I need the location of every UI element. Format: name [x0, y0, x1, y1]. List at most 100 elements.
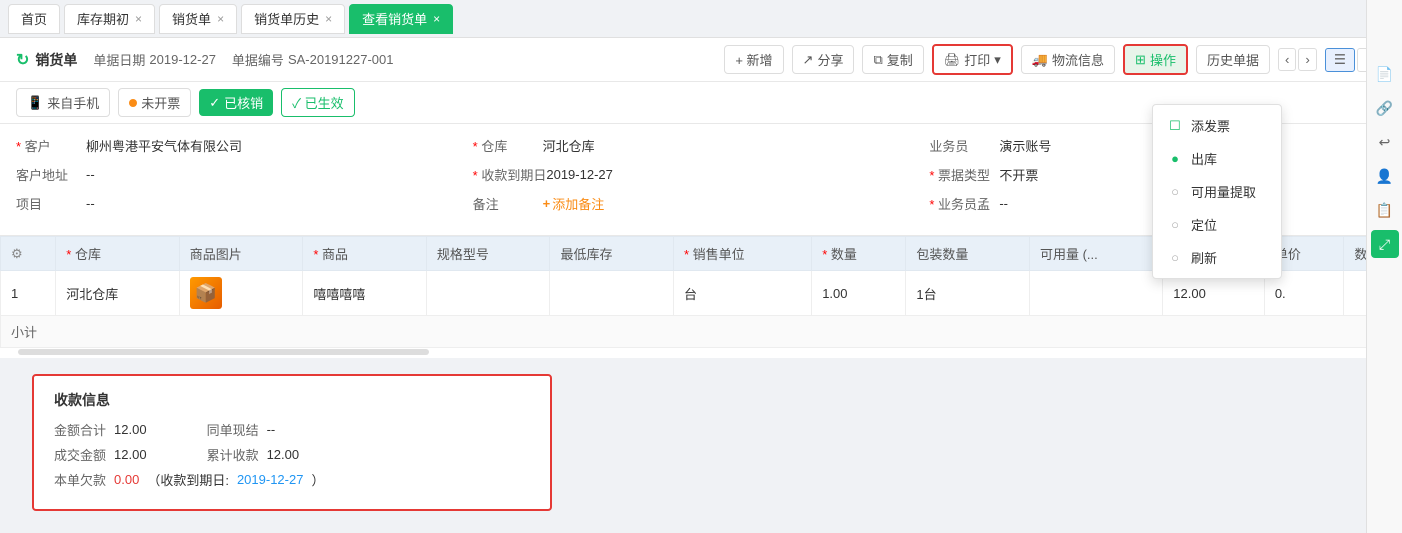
- balance-value: 0.00: [114, 472, 139, 487]
- add-invoice-icon: ☐: [1167, 118, 1183, 134]
- subtotal-row: 小计: [1, 316, 1402, 348]
- gear-icon[interactable]: ⚙: [11, 246, 23, 261]
- check-button[interactable]: ✓ 已核销: [199, 89, 273, 116]
- cell-pack-qty: 1台: [906, 271, 1030, 316]
- available-icon: ○: [1167, 184, 1183, 200]
- operate-label: 操作: [1150, 50, 1176, 69]
- doc-title: ↻ 销货单: [16, 50, 77, 70]
- logistics-icon: 🚚: [1032, 52, 1048, 68]
- project-value: --: [86, 196, 95, 211]
- total-label: 金额合计: [54, 420, 106, 439]
- settlement-value: --: [267, 422, 276, 437]
- refresh-label: 刷新: [1191, 248, 1217, 267]
- payment-date-label: 收款到期日: [473, 165, 547, 184]
- menu-item-outbound[interactable]: ● 出库: [1153, 142, 1281, 175]
- cumulative-item: 累计收款 12.00: [207, 445, 300, 464]
- from-phone-button[interactable]: 📱 来自手机: [16, 88, 110, 117]
- sidebar-icon-4[interactable]: 👤: [1371, 162, 1399, 190]
- tab-sales-history-label: 销货单历史: [254, 9, 319, 28]
- h-scrollbar[interactable]: [18, 349, 429, 355]
- doc-header: ↻ 销货单 单据日期 2019-12-27 单据编号 SA-20191227-0…: [0, 38, 1402, 82]
- settlement-label: 同单现结: [207, 420, 259, 439]
- cell-spec: [426, 271, 550, 316]
- prev-button[interactable]: ‹: [1278, 48, 1296, 71]
- effective-button[interactable]: ✓ 已生效: [281, 88, 355, 117]
- warehouse-label: 仓库: [473, 136, 543, 155]
- operate-button[interactable]: ⊞ 操作: [1123, 44, 1188, 75]
- scroll-row: [0, 348, 1402, 358]
- tab-home[interactable]: 首页: [8, 4, 60, 34]
- check-icon: ✓: [209, 95, 220, 111]
- from-phone-label: 来自手机: [47, 93, 99, 112]
- payment-row-2: 成交金额 12.00 累计收款 12.00: [54, 445, 530, 464]
- address-label: 客户地址: [16, 165, 86, 184]
- tab-inventory[interactable]: 库存期初 ×: [64, 4, 155, 34]
- total-value: 12.00: [114, 422, 147, 437]
- menu-item-available[interactable]: ○ 可用量提取: [1153, 175, 1281, 208]
- outbound-label: 出库: [1191, 149, 1217, 168]
- outbound-icon: ●: [1167, 151, 1183, 167]
- check-label: 已核销: [224, 93, 263, 112]
- col-spec: 规格型号: [426, 237, 550, 271]
- locate-label: 定位: [1191, 215, 1217, 234]
- new-button[interactable]: + 新增: [724, 45, 783, 74]
- print-icon: 🖨: [944, 52, 961, 68]
- nav-arrows: ‹ ›: [1278, 48, 1317, 71]
- dropdown-menu: ☐ 添发票 ● 出库 ○ 可用量提取 ○ 定位 ○ 刷新: [1152, 104, 1282, 279]
- next-button[interactable]: ›: [1298, 48, 1316, 71]
- tab-sales-close[interactable]: ×: [217, 12, 224, 26]
- menu-item-refresh[interactable]: ○ 刷新: [1153, 241, 1281, 274]
- sidebar-icon-2[interactable]: 🔗: [1371, 94, 1399, 122]
- list-view-button[interactable]: ☰: [1325, 48, 1355, 72]
- customer-value: 柳州粤港平安气体有限公司: [86, 136, 242, 155]
- tab-sales[interactable]: 销货单 ×: [159, 4, 237, 34]
- menu-item-locate[interactable]: ○ 定位: [1153, 208, 1281, 241]
- payment-row-3: 本单欠款 0.00 （收款到期日: 2019-12-27 ）: [54, 470, 530, 489]
- tab-view-sales[interactable]: 查看销货单 ×: [349, 4, 453, 34]
- copy-icon: ⧉: [873, 52, 882, 68]
- col-pack-qty: 包装数量: [906, 237, 1030, 271]
- available-label: 可用量提取: [1191, 182, 1256, 201]
- print-button[interactable]: 🖨 打印 ▾: [932, 44, 1013, 75]
- copy-button[interactable]: ⧉ 复制: [862, 45, 923, 74]
- tab-bar: 首页 库存期初 × 销货单 × 销货单历史 × 查看销货单 × ×: [0, 0, 1402, 38]
- col-min-stock: 最低库存: [550, 237, 674, 271]
- sidebar-icon-5[interactable]: 📋: [1371, 196, 1399, 224]
- tab-view-sales-close[interactable]: ×: [433, 12, 440, 26]
- cell-warehouse: 河北仓库: [56, 271, 180, 316]
- operate-icon: ⊞: [1135, 52, 1146, 68]
- doc-type-icon: ↻: [16, 50, 29, 70]
- payment-title: 收款信息: [54, 390, 530, 410]
- logistics-label: 物流信息: [1052, 50, 1104, 69]
- cell-min-stock: [550, 271, 674, 316]
- transaction-value: 12.00: [114, 447, 147, 462]
- sales-meng-value: --: [999, 196, 1008, 211]
- tab-inventory-close[interactable]: ×: [135, 12, 142, 26]
- logistics-button[interactable]: 🚚 物流信息: [1021, 45, 1115, 74]
- history-button[interactable]: 历史单据: [1196, 45, 1270, 74]
- customer-label: 客户: [16, 136, 86, 155]
- balance-note-end: ）: [311, 470, 324, 489]
- add-remark-btn[interactable]: 添加备注: [543, 194, 605, 213]
- product-image-icon: 📦: [195, 283, 217, 304]
- payment-date-field: 收款到期日 2019-12-27: [473, 165, 930, 184]
- not-open-ticket-button[interactable]: 未开票: [118, 88, 191, 117]
- sidebar-icon-expand[interactable]: ⤢: [1371, 230, 1399, 258]
- menu-item-add-invoice[interactable]: ☐ 添发票: [1153, 109, 1281, 142]
- not-open-icon: [129, 99, 137, 107]
- transaction-label: 成交金额: [54, 445, 106, 464]
- doc-number-field: 单据编号 SA-20191227-001: [232, 50, 394, 69]
- share-button[interactable]: ↗ 分享: [792, 45, 855, 74]
- effective-label: 已生效: [305, 96, 344, 111]
- address-value: --: [86, 167, 95, 182]
- tab-sales-history[interactable]: 销货单历史 ×: [241, 4, 345, 34]
- warehouse-field: 仓库 河北仓库: [473, 136, 930, 155]
- ticket-type-label: 票据类型: [929, 165, 999, 184]
- tab-home-label: 首页: [21, 9, 47, 28]
- tab-sales-history-close[interactable]: ×: [325, 12, 332, 26]
- cumulative-label: 累计收款: [207, 445, 259, 464]
- sidebar-icon-1[interactable]: 📄: [1371, 60, 1399, 88]
- sidebar-icon-3[interactable]: ↩: [1371, 128, 1399, 156]
- copy-label: 复制: [887, 50, 913, 69]
- col-gear: ⚙: [1, 237, 56, 271]
